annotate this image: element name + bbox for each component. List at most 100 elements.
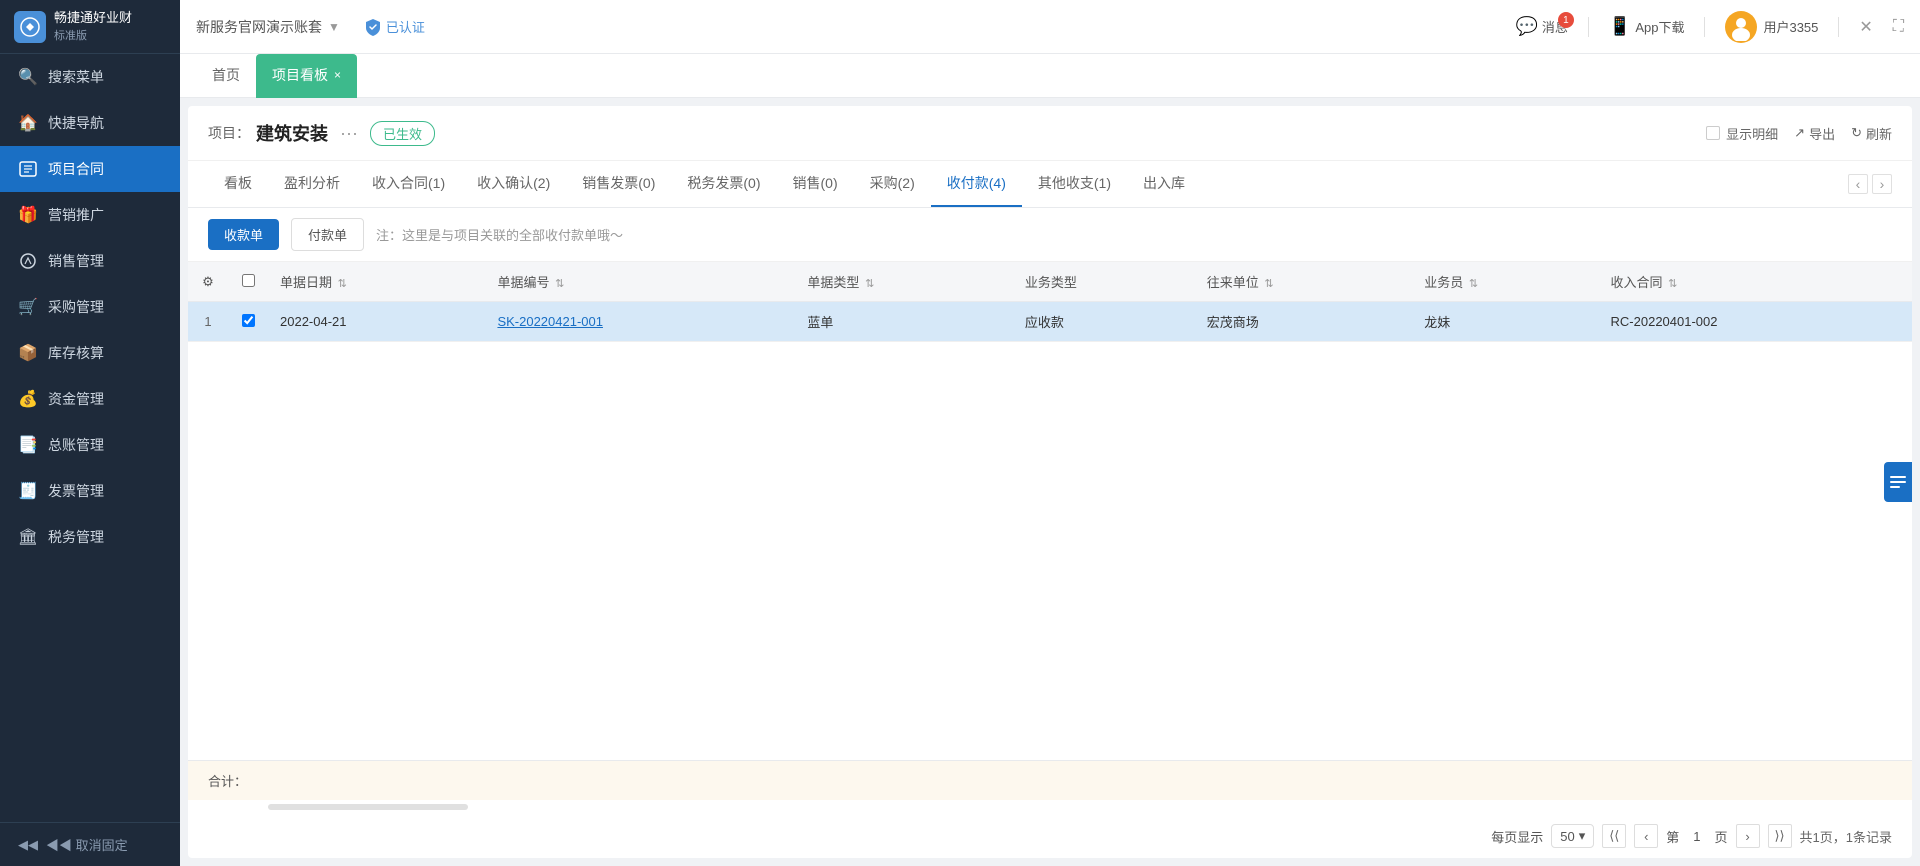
- th-date[interactable]: 单据日期 ⇅: [268, 262, 485, 302]
- th-date-label: 单据日期: [280, 275, 332, 290]
- horizontal-scrollbar[interactable]: [268, 804, 468, 810]
- th-partner[interactable]: 往来单位 ⇅: [1195, 262, 1412, 302]
- th-type[interactable]: 单据类型 ⇅: [795, 262, 1012, 302]
- sub-tab-receipt[interactable]: 收付款(4): [931, 161, 1022, 207]
- sidebar-unpin[interactable]: ◀◀ ◀◀ 取消固定: [0, 822, 180, 866]
- nav-next-icon[interactable]: ›: [1872, 174, 1892, 194]
- user-label: 用户3355: [1763, 17, 1818, 36]
- th-biz-type: 业务类型: [1013, 262, 1195, 302]
- account-name: 新服务官网演示账套: [196, 17, 322, 37]
- sidebar-logo: 畅捷通好业财 标准版: [0, 0, 180, 54]
- sidebar-item-invoice[interactable]: 🧾 发票管理: [0, 468, 180, 514]
- ledger-icon: 📑: [18, 435, 38, 455]
- document-number-link[interactable]: SK-20220421-001: [497, 314, 603, 329]
- sidebar-item-label: 营销推广: [48, 205, 104, 225]
- invoice-icon: 🧾: [18, 481, 38, 501]
- select-all-checkbox[interactable]: [242, 274, 255, 287]
- sidebar-item-shortcut[interactable]: 🏠 快捷导航: [0, 100, 180, 146]
- filter-note: 注：这里是与项目关联的全部收付款单哦～: [376, 225, 623, 244]
- home-icon: 🏠: [18, 113, 38, 133]
- prev-page-button[interactable]: ‹: [1634, 824, 1658, 848]
- page-unit: 页: [1715, 827, 1728, 846]
- export-button[interactable]: ↗ 导出: [1794, 124, 1835, 143]
- total-label: 合计：: [208, 774, 247, 789]
- sidebar-item-search[interactable]: 🔍 搜索菜单: [0, 54, 180, 100]
- refresh-button[interactable]: ↻ 刷新: [1851, 124, 1892, 143]
- shield-icon: [364, 18, 382, 36]
- sub-tab-label: 销售(0): [793, 175, 838, 191]
- sort-icon: ⇅: [1668, 278, 1677, 290]
- topbar-left: 新服务官网演示账套 ▼ 已认证: [196, 17, 1515, 37]
- sub-tab-label: 收入合同(1): [372, 175, 445, 191]
- table-row[interactable]: 1 2022-04-21 SK-20220421-001 蓝单 应收款 宏茂商场: [188, 302, 1912, 342]
- more-options-button[interactable]: ···: [340, 123, 358, 144]
- nav-prev-icon[interactable]: ‹: [1848, 174, 1868, 194]
- close-window-button[interactable]: ✕: [1859, 17, 1872, 37]
- per-page-select[interactable]: 50 ▾: [1551, 824, 1594, 848]
- tab-close-icon[interactable]: ×: [334, 68, 341, 82]
- td-number[interactable]: SK-20220421-001: [485, 302, 795, 342]
- td-checkbox[interactable]: [228, 302, 268, 342]
- message-action[interactable]: 💬 消息 1: [1515, 16, 1567, 37]
- export-label: 导出: [1809, 124, 1835, 143]
- th-salesman[interactable]: 业务员 ⇅: [1412, 262, 1598, 302]
- th-contract[interactable]: 收入合同 ⇅: [1599, 262, 1912, 302]
- sub-tab-tax-invoice[interactable]: 税务发票(0): [671, 161, 776, 207]
- sub-tab-income-contract[interactable]: 收入合同(1): [356, 161, 461, 207]
- project-actions: 显示明细 ↗ 导出 ↻ 刷新: [1706, 124, 1892, 143]
- logo-name: 畅捷通好业财: [54, 10, 132, 27]
- sub-tab-sales-invoice[interactable]: 销售发票(0): [566, 161, 671, 207]
- close-icon: ✕: [1859, 17, 1872, 37]
- sub-tab-inout[interactable]: 出入库: [1127, 161, 1201, 207]
- sidebar-item-label: 采购管理: [48, 297, 104, 317]
- topbar: 新服务官网演示账套 ▼ 已认证 💬 消息 1 📱 App下载: [180, 0, 1920, 54]
- row-checkbox[interactable]: [242, 314, 255, 327]
- user-action[interactable]: 用户3355: [1725, 11, 1818, 43]
- sidebar-scroll: 🔍 搜索菜单 🏠 快捷导航 项目合同 🎁 营销推广: [0, 54, 180, 822]
- tab-project-board[interactable]: 项目看板 ×: [256, 54, 357, 98]
- project-icon: [18, 159, 38, 179]
- tab-home-label: 首页: [212, 65, 240, 85]
- certified-text: 已认证: [386, 17, 425, 36]
- last-page-button[interactable]: ⟩⟩: [1768, 824, 1792, 848]
- sidebar-item-ledger[interactable]: 📑 总账管理: [0, 422, 180, 468]
- sub-tab-other[interactable]: 其他收支(1): [1022, 161, 1127, 207]
- account-selector[interactable]: 新服务官网演示账套 ▼: [196, 17, 340, 37]
- sub-tab-label: 出入库: [1143, 175, 1185, 191]
- sidebar-item-tax[interactable]: 🏛 税务管理: [0, 514, 180, 560]
- current-page: 1: [1687, 829, 1706, 844]
- first-page-button[interactable]: ⟨⟨: [1602, 824, 1626, 848]
- sub-tab-purchase[interactable]: 采购(2): [854, 161, 931, 207]
- expand-window-button[interactable]: ⛶: [1893, 18, 1904, 36]
- th-number[interactable]: 单据编号 ⇅: [485, 262, 795, 302]
- sidebar-item-inventory[interactable]: 📦 库存核算: [0, 330, 180, 376]
- sub-tab-income-confirm[interactable]: 收入确认(2): [461, 161, 566, 207]
- receipt-btn[interactable]: 收款单: [208, 219, 279, 250]
- th-settings[interactable]: ⚙: [188, 262, 228, 302]
- td-type: 蓝单: [795, 302, 1012, 342]
- next-page-button[interactable]: ›: [1736, 824, 1760, 848]
- float-side-panel-button[interactable]: [1884, 462, 1912, 502]
- sidebar-item-project[interactable]: 项目合同: [0, 146, 180, 192]
- tab-home[interactable]: 首页: [196, 54, 256, 98]
- sidebar-item-label: 项目合同: [48, 159, 104, 179]
- th-number-label: 单据编号: [497, 275, 549, 290]
- unpin-label: ◀◀ 取消固定: [46, 835, 128, 854]
- sub-tab-sales[interactable]: 销售(0): [777, 161, 854, 207]
- payment-btn[interactable]: 付款单: [291, 218, 364, 251]
- sub-tab-profit[interactable]: 盈利分析: [268, 161, 356, 207]
- show-detail-checkbox[interactable]: 显示明细: [1706, 124, 1778, 143]
- content: 项目： 建筑安装 ··· 已生效 显示明细 ↗ 导出 ↻ 刷新: [188, 106, 1912, 858]
- td-salesman: 龙妹: [1412, 302, 1598, 342]
- sidebar-item-capital[interactable]: 💰 资金管理: [0, 376, 180, 422]
- sidebar-item-marketing[interactable]: 🎁 营销推广: [0, 192, 180, 238]
- sort-icon: ⇅: [1264, 278, 1273, 290]
- sub-tab-label: 销售发票(0): [582, 175, 655, 191]
- sidebar-item-label: 销售管理: [48, 251, 104, 271]
- page-label: 第: [1666, 827, 1679, 846]
- sidebar-item-purchase[interactable]: 🛒 采购管理: [0, 284, 180, 330]
- sub-tab-kanban[interactable]: 看板: [208, 161, 268, 207]
- app-download-action[interactable]: 📱 App下载: [1609, 16, 1685, 37]
- sidebar-item-sales[interactable]: 销售管理: [0, 238, 180, 284]
- tabs-row: 首页 项目看板 ×: [180, 54, 1920, 98]
